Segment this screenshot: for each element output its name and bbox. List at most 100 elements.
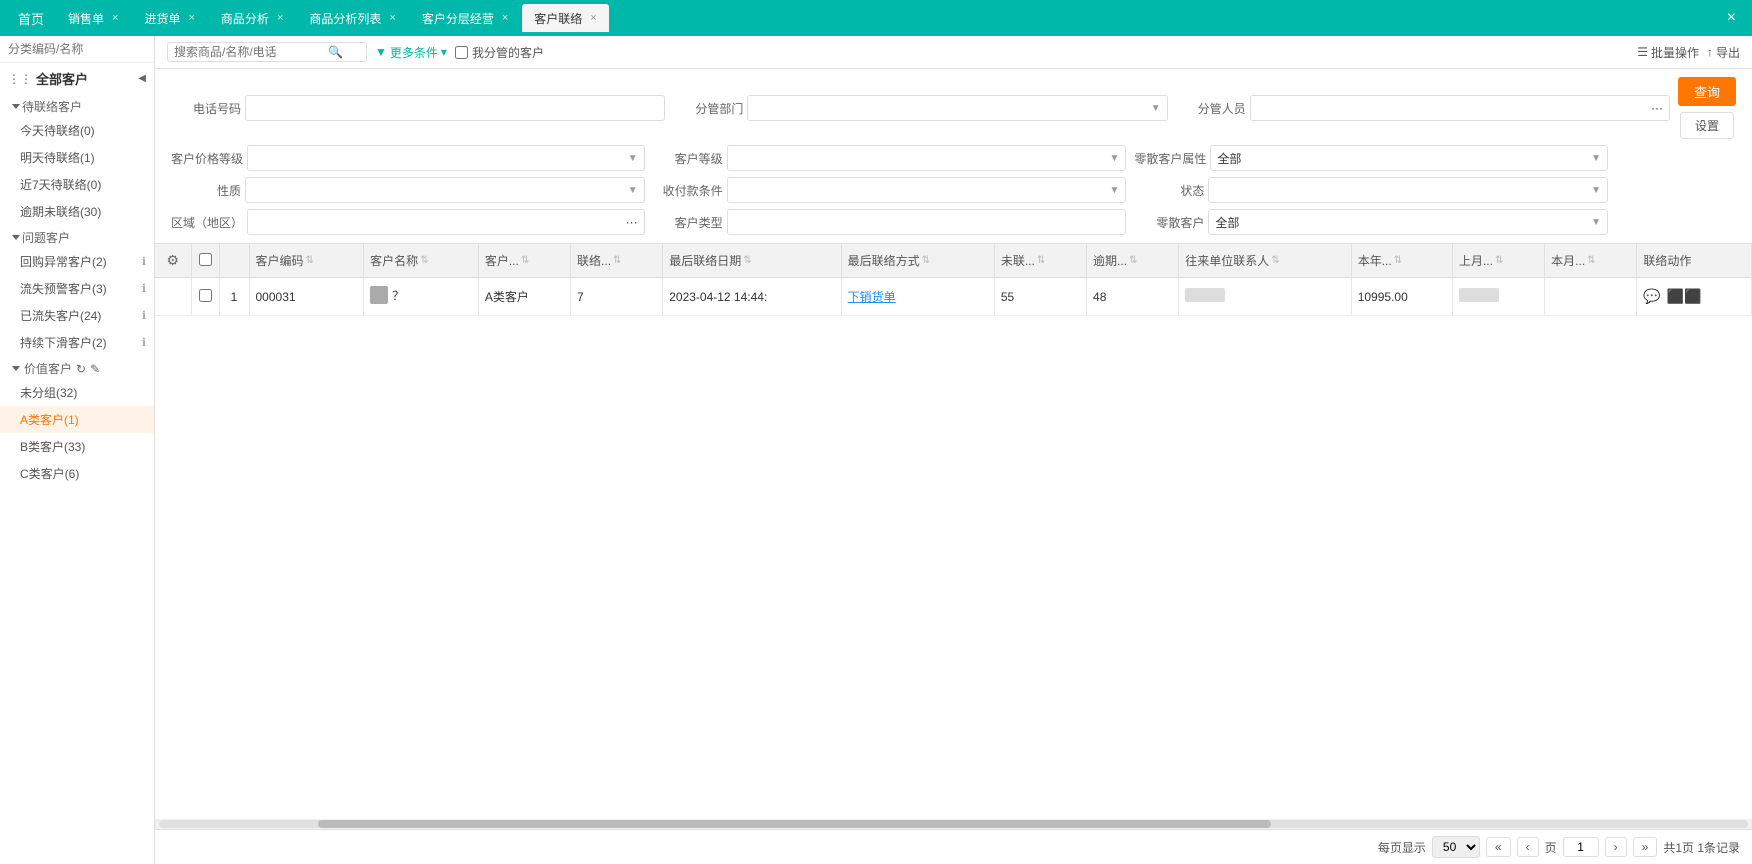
close-segment-tab[interactable]: × bbox=[502, 12, 508, 24]
home-tab[interactable]: 首页 bbox=[8, 9, 54, 28]
prev-page-btn[interactable]: ‹ bbox=[1517, 837, 1539, 857]
sidebar-item-tomorrow-contact[interactable]: 明天待联络(1) bbox=[0, 144, 154, 171]
sort-type-icon[interactable]: ⇅ bbox=[521, 255, 529, 266]
sort-nocontact-icon[interactable]: ⇅ bbox=[1037, 255, 1045, 266]
col-customer-name[interactable]: 客户名称 ⇅ bbox=[364, 244, 479, 278]
horizontal-scrollbar[interactable] bbox=[155, 819, 1752, 829]
tab-customer-contact[interactable]: 客户联络 × bbox=[522, 4, 608, 32]
row-last-contact-method[interactable]: 下销货单 bbox=[841, 278, 994, 316]
all-customers-section[interactable]: ⋮⋮ 全部客户 ◀ bbox=[0, 63, 154, 94]
first-page-btn[interactable]: « bbox=[1486, 837, 1511, 857]
group-pending-contact[interactable]: 待联络客户 bbox=[0, 94, 154, 117]
col-current-month[interactable]: 本月... ⇅ bbox=[1545, 244, 1637, 278]
scrollbar-thumb[interactable] bbox=[318, 820, 1271, 828]
total-records-label: 共1页 1条记录 bbox=[1663, 839, 1740, 856]
scrollbar-track[interactable] bbox=[159, 820, 1748, 828]
phone-input[interactable] bbox=[245, 95, 665, 121]
expand-value-icon[interactable] bbox=[12, 366, 20, 371]
customer-level-select[interactable]: ▼ bbox=[727, 145, 1127, 171]
col-last-contact-date[interactable]: 最后联络日期 ⇅ bbox=[663, 244, 841, 278]
sort-contact-icon[interactable]: ⇅ bbox=[613, 255, 621, 266]
close-contact-tab[interactable]: × bbox=[590, 12, 596, 24]
sort-date-icon[interactable]: ⇅ bbox=[743, 255, 751, 266]
settings-button[interactable]: 设置 bbox=[1680, 112, 1734, 139]
search-input[interactable] bbox=[174, 45, 324, 59]
sort-overdue-icon[interactable]: ⇅ bbox=[1129, 255, 1137, 266]
edit-icon[interactable]: ✎ bbox=[90, 362, 100, 376]
per-page-select[interactable]: 50 bbox=[1432, 836, 1480, 858]
last-page-btn[interactable]: » bbox=[1633, 837, 1658, 857]
export-btn[interactable]: ↑ 导出 bbox=[1707, 44, 1740, 61]
window-close-icon[interactable]: × bbox=[1719, 9, 1744, 27]
tab-product-list[interactable]: 商品分析列表 × bbox=[297, 4, 407, 32]
col-customer-code[interactable]: 客户编码 ⇅ bbox=[249, 244, 364, 278]
manager-input[interactable]: ··· bbox=[1250, 95, 1670, 121]
my-customer-checkbox-area[interactable]: 我分管的客户 bbox=[455, 44, 544, 61]
col-last-contact-method[interactable]: 最后联络方式 ⇅ bbox=[841, 244, 994, 278]
sort-lastmonth-icon[interactable]: ⇅ bbox=[1495, 255, 1503, 266]
sidebar-item-overdue-contact[interactable]: 逾期未联络(30) bbox=[0, 198, 154, 225]
sidebar-item-c-class[interactable]: C类客户(6) bbox=[0, 460, 154, 487]
status-select[interactable]: ▼ bbox=[1208, 177, 1608, 203]
sidebar-item-loss-warning[interactable]: 流失预警客户(3) ℹ bbox=[0, 275, 154, 302]
select-all-checkbox[interactable] bbox=[199, 253, 212, 266]
category-search-input[interactable] bbox=[8, 42, 155, 56]
sort-code-icon[interactable]: ⇅ bbox=[306, 255, 314, 266]
col-no-contact[interactable]: 未联... ⇅ bbox=[994, 244, 1086, 278]
payment-select[interactable]: ▼ bbox=[727, 177, 1127, 203]
close-product-analysis-tab[interactable]: × bbox=[277, 12, 283, 24]
customer-type-input[interactable] bbox=[727, 209, 1127, 235]
my-customer-checkbox[interactable] bbox=[455, 46, 468, 59]
scatter-customer-select[interactable]: 全部 ▼ bbox=[1208, 209, 1608, 235]
search-icon[interactable]: 🔍 bbox=[328, 45, 343, 59]
price-level-select[interactable]: ▼ bbox=[247, 145, 645, 171]
col-overdue[interactable]: 逾期... ⇅ bbox=[1087, 244, 1179, 278]
sidebar-item-declining-customers[interactable]: 持续下滑客户(2) ℹ bbox=[0, 329, 154, 356]
tab-sales[interactable]: 销售单 × bbox=[56, 4, 130, 32]
col-contact-count[interactable]: 联络... ⇅ bbox=[571, 244, 663, 278]
row-checkbox[interactable] bbox=[191, 278, 219, 316]
sidebar-item-b-class[interactable]: B类客户(33) bbox=[0, 433, 154, 460]
sort-year-icon[interactable]: ⇅ bbox=[1394, 255, 1402, 266]
region-dots-icon[interactable]: ··· bbox=[626, 215, 638, 229]
close-product-list-tab[interactable]: × bbox=[389, 12, 395, 24]
region-select[interactable]: ··· bbox=[247, 209, 645, 235]
sidebar-item-today-contact[interactable]: 今天待联络(0) bbox=[0, 117, 154, 144]
sidebar-item-a-class[interactable]: A类客户(1) bbox=[0, 406, 154, 433]
next-page-btn[interactable]: › bbox=[1605, 837, 1627, 857]
gear-settings-icon[interactable]: ⚙ bbox=[166, 252, 179, 268]
sort-method-icon[interactable]: ⇅ bbox=[922, 255, 930, 266]
tab-customer-segment[interactable]: 客户分层经营 × bbox=[410, 4, 520, 32]
dept-select[interactable]: ▼ bbox=[747, 95, 1167, 121]
close-sales-tab[interactable]: × bbox=[112, 12, 118, 24]
refresh-icon[interactable]: ↻ bbox=[76, 362, 86, 376]
col-customer-type[interactable]: 客户... ⇅ bbox=[478, 244, 570, 278]
query-button[interactable]: 查询 bbox=[1678, 77, 1736, 106]
nature-select[interactable]: ▼ bbox=[245, 177, 645, 203]
group-problem-customers[interactable]: 问题客户 bbox=[0, 225, 154, 248]
close-purchase-tab[interactable]: × bbox=[188, 12, 194, 24]
tab-product-analysis[interactable]: 商品分析 × bbox=[209, 4, 295, 32]
row-select-checkbox[interactable] bbox=[199, 289, 212, 302]
col-settings-header[interactable]: ⚙ bbox=[155, 244, 191, 278]
more-action-icon[interactable]: ⬛⬛ bbox=[1667, 288, 1702, 305]
manager-dots-icon[interactable]: ··· bbox=[1651, 101, 1663, 115]
col-company-contact[interactable]: 往来单位联系人 ⇅ bbox=[1179, 244, 1351, 278]
col-year-amount[interactable]: 本年... ⇅ bbox=[1351, 244, 1452, 278]
sidebar-item-lost-customers[interactable]: 已流失客户(24) ℹ bbox=[0, 302, 154, 329]
col-checkbox-header[interactable] bbox=[191, 244, 219, 278]
sidebar-item-7day-contact[interactable]: 近7天待联络(0) bbox=[0, 171, 154, 198]
collapse-sidebar-icon[interactable]: ◀ bbox=[138, 73, 146, 84]
scatter-attr-select[interactable]: 全部 ▼ bbox=[1210, 145, 1608, 171]
sidebar-item-unclassified[interactable]: 未分组(32) bbox=[0, 379, 154, 406]
page-input[interactable] bbox=[1563, 837, 1599, 857]
sort-month-icon[interactable]: ⇅ bbox=[1587, 255, 1595, 266]
col-last-month[interactable]: 上月... ⇅ bbox=[1452, 244, 1544, 278]
sidebar-item-repurchase-abnormal[interactable]: 回购异常客户(2) ℹ bbox=[0, 248, 154, 275]
batch-operation-btn[interactable]: ☰ 批量操作 bbox=[1637, 44, 1699, 61]
sort-name-icon[interactable]: ⇅ bbox=[420, 255, 428, 266]
tab-purchase[interactable]: 进货单 × bbox=[132, 4, 206, 32]
message-action-icon[interactable]: 💬 bbox=[1643, 288, 1660, 305]
sort-company-icon[interactable]: ⇅ bbox=[1271, 255, 1279, 266]
more-filter-btn[interactable]: ▼ 更多条件 ▾ bbox=[375, 44, 447, 61]
